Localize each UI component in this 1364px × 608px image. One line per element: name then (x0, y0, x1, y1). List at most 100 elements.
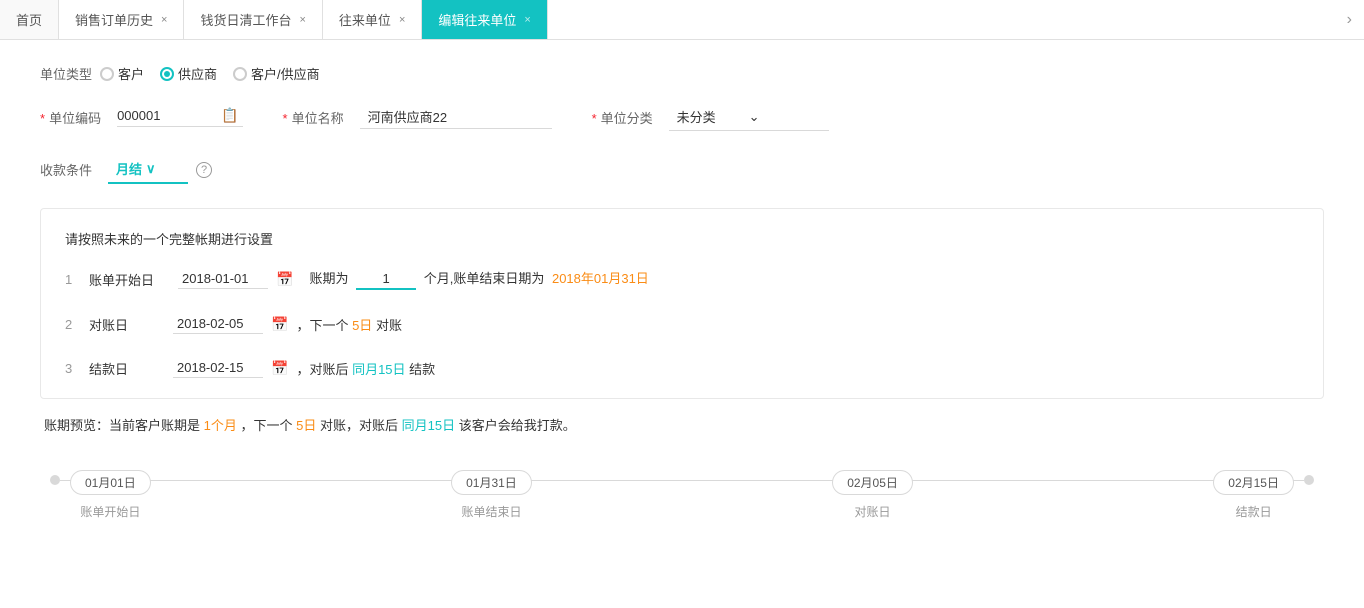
radio-both[interactable]: 客户/供应商 (233, 64, 320, 83)
preview-part2: 5日 (296, 418, 316, 433)
ap-row-2-num: 2 (65, 317, 89, 332)
ap-row-2-date-input: 📅 (173, 314, 288, 334)
radio-customer-circle (100, 67, 114, 81)
tab-sales-history-close[interactable]: × (161, 14, 167, 26)
timeline-point-2: 01月31日 账单结束日 (451, 470, 532, 520)
ap-row-1-num: 1 (65, 272, 89, 287)
main-content: 单位类型 客户 供应商 客户/供应商 单位编码 📋 (0, 40, 1364, 608)
preview-mid2: 对账，对账后 (320, 418, 398, 433)
ap-row-2-label: 对账日 (89, 315, 149, 334)
preview-text: 账期预览：当前客户账期是 1个月 ，下一个 5日 对账，对账后 同月15日 该客… (40, 415, 1324, 434)
tab-cashflow-label: 钱货日清工作台 (200, 10, 291, 29)
tl-pill-2: 01月31日 (451, 470, 532, 495)
unit-code-group: 单位编码 📋 (40, 107, 243, 127)
tabs-bar: 首页 销售订单历史 × 钱货日清工作台 × 往来单位 × 编辑往来单位 × › (0, 0, 1364, 40)
unit-category-group: 单位分类 未分类 ⌄ (592, 103, 829, 131)
tl-label-4: 结款日 (1236, 503, 1272, 520)
unit-category-select[interactable]: 未分类 ⌄ (669, 103, 829, 131)
unit-code-label: 单位编码 (40, 108, 101, 127)
payment-terms-arrow: ∨ (146, 161, 156, 177)
account-period-card: 请按照未来的一个完整帐期进行设置 1 账单开始日 📅 账期为 个月,账单结束日期… (40, 208, 1324, 399)
tab-edit-contacts[interactable]: 编辑往来单位 × (422, 0, 547, 39)
timeline-point-3: 02月05日 对账日 (832, 470, 913, 520)
ap-row-3-date-input: 📅 (173, 358, 288, 378)
ap-row-2: 2 对账日 📅 ，下一个 5日 对账 (65, 314, 1299, 334)
payment-terms-select[interactable]: 月结 ∨ (108, 155, 188, 184)
radio-customer-label: 客户 (118, 64, 144, 83)
ap-row-1-highlight-date: 2018年01月31日 (552, 271, 649, 286)
unit-code-input-wrap: 📋 (117, 107, 242, 127)
ap-row-2-cal-icon[interactable]: 📅 (271, 316, 288, 333)
ap-row-1: 1 账单开始日 📅 账期为 个月,账单结束日期为 2018年01月31日 (65, 268, 1299, 290)
unit-type-label: 单位类型 (40, 64, 92, 83)
unit-code-icon[interactable]: 📋 (217, 107, 242, 124)
preview-part3: 同月15日 (402, 418, 455, 433)
ap-row-2-suffix: 对账 (376, 318, 402, 333)
unit-category-label: 单位分类 (592, 108, 653, 127)
ap-row-2-date[interactable] (173, 314, 263, 334)
ap-row-2-highlight: 5日 (352, 318, 372, 333)
tab-expand-btn[interactable]: › (1335, 11, 1364, 29)
radio-supplier-circle (160, 67, 174, 81)
tl-label-1: 账单开始日 (80, 503, 140, 520)
tl-pill-1: 01月01日 (70, 470, 151, 495)
ap-row-3-cal-icon[interactable]: 📅 (271, 360, 288, 377)
payment-terms-row: 收款条件 月结 ∨ ? (40, 155, 1324, 184)
preview-suffix: 该客户会给我打款。 (459, 418, 576, 433)
tl-label-3: 对账日 (855, 503, 891, 520)
ap-row-1-month-input[interactable] (356, 269, 416, 290)
timeline-section: 01月01日 账单开始日 01月31日 账单结束日 02月05日 对账日 02月… (30, 454, 1334, 550)
tab-cashflow[interactable]: 钱货日清工作台 × (184, 0, 322, 39)
unit-name-label: 单位名称 (283, 108, 344, 127)
tab-sales-history[interactable]: 销售订单历史 × (59, 0, 184, 39)
unit-type-row: 单位类型 客户 供应商 客户/供应商 (40, 64, 1324, 83)
ap-row-3-date[interactable] (173, 358, 263, 378)
unit-details-row: 单位编码 📋 单位名称 单位分类 未分类 ⌄ (40, 103, 1324, 131)
tab-contacts-label: 往来单位 (339, 10, 391, 29)
radio-customer[interactable]: 客户 (100, 64, 144, 83)
tab-edit-contacts-label: 编辑往来单位 (438, 10, 516, 29)
help-icon[interactable]: ? (196, 162, 212, 178)
tl-pill-4: 02月15日 (1213, 470, 1294, 495)
ap-row-3-suffix: 结款 (409, 362, 435, 377)
ap-row-1-label: 账单开始日 (89, 270, 154, 289)
ap-row-2-prefix: ，下一个 (296, 318, 348, 333)
preview-prefix: 账期预览：当前客户账期是 (44, 418, 200, 433)
ap-row-1-desc: 账期为 个月,账单结束日期为 2018年01月31日 (309, 268, 648, 290)
ap-row-3-desc: ，对账后 同月15日 结款 (296, 359, 435, 378)
radio-supplier-label: 供应商 (178, 64, 217, 83)
payment-terms-value: 月结 (116, 159, 142, 178)
timeline-points: 01月01日 账单开始日 01月31日 账单结束日 02月05日 对账日 02月… (50, 470, 1314, 520)
ap-row-1-date[interactable] (178, 269, 268, 289)
unit-type-radio-group: 客户 供应商 客户/供应商 (100, 64, 320, 83)
unit-category-arrow: ⌄ (749, 109, 821, 125)
timeline-point-4: 02月15日 结款日 (1213, 470, 1294, 520)
tab-sales-history-label: 销售订单历史 (75, 10, 153, 29)
preview-mid1: ，下一个 (241, 418, 293, 433)
ap-row-3-label: 结款日 (89, 359, 149, 378)
tab-edit-contacts-close[interactable]: × (524, 14, 530, 26)
tl-label-2: 账单结束日 (461, 503, 521, 520)
ap-row-1-suffix-label: 账期为 (309, 271, 348, 286)
tab-home-label: 首页 (16, 10, 42, 29)
unit-code-input[interactable] (117, 108, 217, 123)
radio-both-label: 客户/供应商 (251, 64, 320, 83)
ap-row-3-num: 3 (65, 361, 89, 376)
tab-contacts[interactable]: 往来单位 × (323, 0, 422, 39)
radio-supplier[interactable]: 供应商 (160, 64, 217, 83)
preview-part1: 1个月 (204, 418, 237, 433)
ap-row-3-highlight: 同月15日 (352, 362, 405, 377)
tab-cashflow-close[interactable]: × (299, 14, 305, 26)
tl-pill-3: 02月05日 (832, 470, 913, 495)
ap-row-1-date-input: 📅 (178, 269, 293, 289)
timeline-point-1: 01月01日 账单开始日 (70, 470, 151, 520)
ap-row-1-suffix2: 个月,账单结束日期为 (424, 271, 545, 286)
ap-row-3-prefix: ，对账后 (296, 362, 348, 377)
tab-contacts-close[interactable]: × (399, 14, 405, 26)
unit-name-group: 单位名称 (283, 105, 552, 129)
card-title: 请按照未来的一个完整帐期进行设置 (65, 229, 1299, 248)
tab-home[interactable]: 首页 (0, 0, 59, 39)
unit-name-input[interactable] (360, 105, 552, 129)
ap-row-1-cal-icon[interactable]: 📅 (276, 271, 293, 288)
radio-both-circle (233, 67, 247, 81)
